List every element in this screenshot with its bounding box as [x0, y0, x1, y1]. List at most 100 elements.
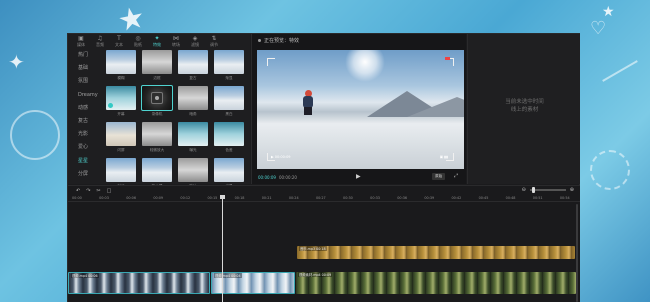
- ruler-tick: 00:21: [261, 196, 272, 200]
- tab-label: 音频: [96, 41, 104, 47]
- play-button[interactable]: ▶: [356, 173, 361, 180]
- time-ruler[interactable]: 00:00 00:03 00:06 00:09 00:12 00:15 00:18 00:21…: [68, 195, 580, 202]
- effect-label: 轻微放大: [149, 148, 165, 152]
- effect-item[interactable]: 暗角: [178, 86, 208, 120]
- effect-thumbnail: [214, 86, 244, 110]
- current-timecode: 00:00:09: [258, 174, 276, 180]
- video-clip[interactable]: 视频.mp4 00:04: [211, 272, 295, 294]
- effect-thumbnail: [214, 50, 244, 74]
- category-item[interactable]: 氛围: [68, 75, 102, 88]
- ruler-tick: 00:06: [126, 196, 136, 200]
- clip-label: 视频.mp4 00:04: [214, 273, 242, 278]
- category-item[interactable]: Dreamy: [68, 89, 102, 102]
- effect-item[interactable]: 边框: [142, 50, 172, 84]
- empty-selection-message: 当前未选中时间 线上的素材: [468, 98, 581, 114]
- effect-label: 曝光: [189, 148, 197, 152]
- effect-thumbnail: [106, 86, 136, 110]
- effect-item[interactable]: 模糊: [106, 50, 136, 84]
- camera-icon: [151, 92, 163, 104]
- download-badge-icon: [108, 103, 113, 108]
- tab-7[interactable]: ⇅ 调节: [205, 34, 223, 48]
- aspect-ratio-button[interactable]: 原始: [432, 173, 446, 180]
- effect-thumbnail: [142, 158, 172, 182]
- effect-item[interactable]: 黑白: [214, 86, 244, 120]
- clip-label: 视频素材.mp4 00:09: [298, 272, 333, 277]
- ruler-tick: 00:45: [478, 196, 489, 200]
- category-item[interactable]: 爱心: [68, 141, 102, 154]
- preview-player: 正在预览：特效 ▶ 00:00:09 ▣ ▮▮ 00:00:09 00:00:2…: [251, 34, 466, 184]
- skier-figure: [299, 90, 317, 116]
- effect-item[interactable]: 色差: [214, 122, 244, 156]
- empty-message-line1: 当前未选中时间: [505, 99, 544, 105]
- effect-thumbnail: [178, 122, 208, 146]
- ruler-tick: 00:42: [451, 196, 462, 200]
- tab-1[interactable]: ♫ 音频: [91, 34, 109, 48]
- sun-glare: [345, 50, 385, 82]
- effect-item[interactable]: 录像机: [141, 85, 173, 120]
- effect-label: 复古: [189, 76, 197, 80]
- playhead[interactable]: [220, 195, 225, 302]
- hud-battery: ▣ ▮▮: [439, 155, 448, 159]
- ruler-tick: 00:39: [424, 196, 435, 200]
- tab-label: 贴纸: [134, 41, 142, 47]
- effect-thumbnail: [214, 158, 244, 182]
- timeline-toolbar: ↶ ↷ ✂ □: [68, 186, 580, 195]
- delete-icon[interactable]: □: [107, 188, 112, 194]
- effect-item[interactable]: 曝光: [178, 122, 208, 156]
- menu-dot-icon: [258, 39, 261, 42]
- effect-item[interactable]: 复古: [178, 50, 208, 84]
- undo-icon[interactable]: ↶: [76, 188, 80, 194]
- category-item[interactable]: 动感: [68, 102, 102, 115]
- clip-label: 音乐.mp3 00:18: [299, 246, 327, 251]
- effect-thumbnail: [214, 122, 244, 146]
- video-clip[interactable]: 视频.mp4 00:06: [68, 272, 210, 294]
- category-item[interactable]: 光影: [68, 128, 102, 141]
- effect-label: 黑白: [225, 112, 233, 116]
- ruler-tick: 00:09: [153, 196, 164, 200]
- zoom-slider[interactable]: [529, 187, 566, 193]
- split-icon[interactable]: ✂: [96, 188, 100, 194]
- effect-thumbnail: [142, 122, 172, 146]
- empty-message-line2: 线上的素材: [510, 107, 539, 113]
- video-editor-window: ▣ 媒体 ♫ 音频 T 文本 ◎ 贴纸 ✦ 特效 ⋈ 转场 ◈ 滤镜 ⇅ 调节 热门 基础 氛围 Dreamy 动感复…: [67, 33, 580, 302]
- timeline-scrollbar[interactable]: [576, 204, 578, 302]
- zoom-in-icon[interactable]: ⊕: [570, 187, 574, 193]
- star-doodle-icon: ✦: [8, 50, 25, 74]
- zoom-out-icon[interactable]: ⊖: [522, 187, 526, 193]
- ruler-tick: 00:48: [505, 196, 516, 200]
- effect-thumbnail: [178, 158, 208, 182]
- tab-label: 媒体: [77, 41, 85, 47]
- tab-4[interactable]: ✦ 特效: [148, 34, 166, 48]
- category-item[interactable]: 分屏: [68, 168, 102, 181]
- category-item[interactable]: 热门: [68, 49, 102, 62]
- zoom-slider-knob[interactable]: [531, 187, 535, 193]
- effect-item[interactable]: 闪屏: [106, 122, 136, 156]
- tab-3[interactable]: ◎ 贴纸: [129, 34, 147, 48]
- tab-label: 特效: [153, 41, 161, 47]
- category-item[interactable]: 复古: [68, 115, 102, 128]
- line-doodle: [602, 60, 638, 82]
- effect-categories: 热门 基础 氛围 Dreamy 动感 复古 光影 爱心 星星 分屏: [68, 49, 102, 181]
- effect-thumbnail: [178, 50, 208, 74]
- effect-item[interactable]: 开幕: [106, 86, 136, 120]
- effect-item[interactable]: 轻微放大: [142, 122, 172, 156]
- preview-video[interactable]: ▶ 00:00:09 ▣ ▮▮: [257, 50, 464, 169]
- audio-clip[interactable]: 音乐.mp3 00:18: [297, 246, 575, 259]
- tab-6[interactable]: ◈ 滤镜: [186, 34, 204, 48]
- tab-5[interactable]: ⋈ 转场: [167, 34, 185, 48]
- viewfinder-corner: [267, 58, 275, 66]
- effect-item[interactable]: 渐显: [214, 50, 244, 84]
- effect-label: 闪屏: [117, 148, 125, 152]
- ruler-tick: 00:15: [207, 196, 218, 200]
- video-clip[interactable]: 视频素材.mp4 00:09: [296, 272, 576, 294]
- tab-2[interactable]: T 文本: [110, 34, 128, 48]
- fullscreen-icon[interactable]: ⤢: [454, 173, 458, 179]
- ruler-tick: 00:18: [234, 196, 245, 200]
- rec-indicator: [445, 57, 450, 60]
- redo-icon[interactable]: ↷: [86, 188, 90, 194]
- category-item[interactable]: 星星: [68, 155, 102, 168]
- ruler-tick: 00:03: [99, 196, 109, 200]
- category-item[interactable]: 基础: [68, 62, 102, 75]
- total-duration: 00:00:20: [278, 174, 297, 180]
- tab-0[interactable]: ▣ 媒体: [72, 34, 90, 48]
